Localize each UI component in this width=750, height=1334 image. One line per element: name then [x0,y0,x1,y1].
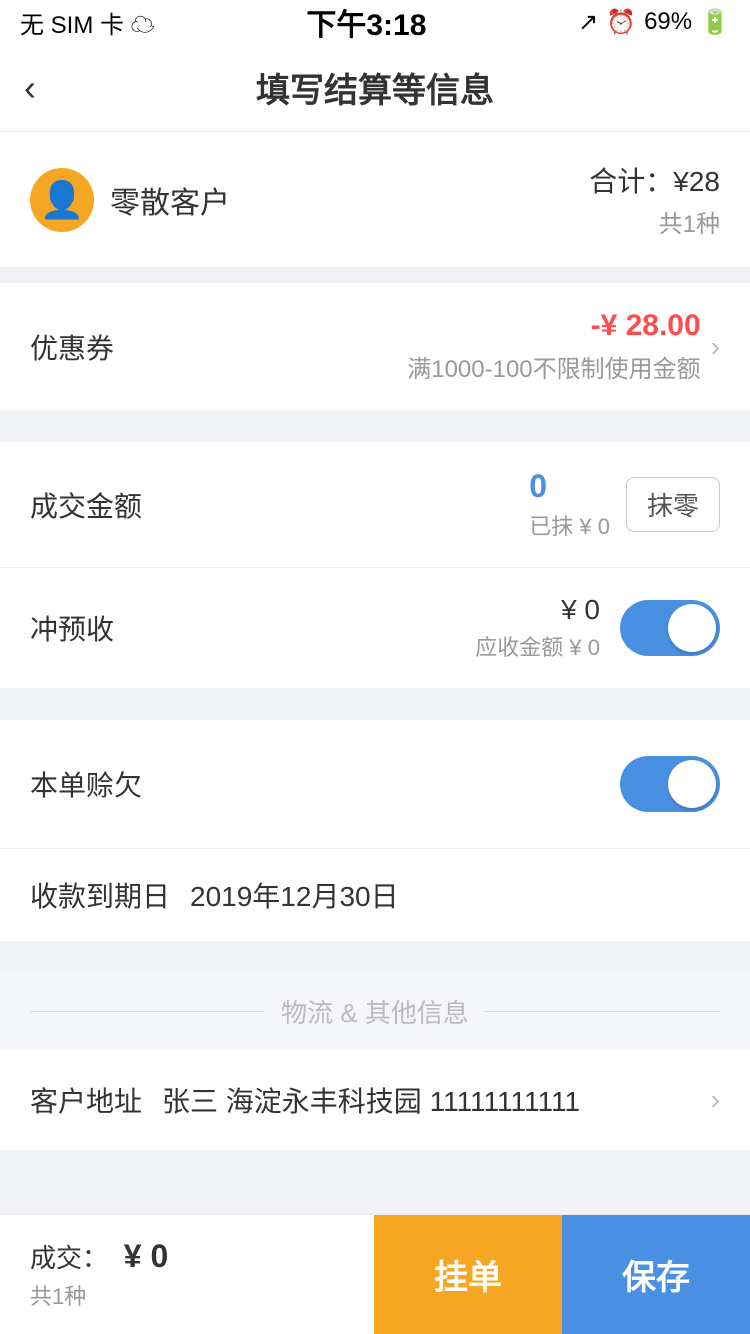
sep-line-right [485,1011,720,1012]
bottom-count: 共1种 [30,1279,344,1311]
sim-status: 无 SIM 卡 ☁ [20,5,155,40]
alarm-icon: ⏰ [606,8,636,37]
prepay-toggle[interactable] [620,600,720,656]
divider-1 [0,426,750,442]
bottom-bar: 成交： ¥ 0 共1种 挂单 保存 [0,1214,750,1334]
pending-button[interactable]: 挂单 [374,1215,562,1334]
status-right: ↗ ⏰ 69% 🔋 [578,8,730,37]
debt-row: 本单赊欠 [0,720,750,848]
debt-toggle-knob [668,760,716,808]
due-date-value: 2019年12月30日 [190,875,399,915]
bottom-deal-label: 成交： [30,1243,108,1273]
address-label: 客户地址 [30,1080,142,1120]
status-left: 无 SIM 卡 ☁ [20,5,155,40]
address-value: 张三 海淀永丰科技园 11111111111 [162,1080,711,1120]
sep-line-left [30,1011,265,1012]
bottom-info: 成交： ¥ 0 共1种 [0,1238,374,1311]
customer-left: 👤 零散客户 [30,168,230,232]
nav-bar: ‹ 填写结算等信息 [0,44,750,132]
round-zero-button[interactable]: 抹零 [626,477,720,532]
total-amount: 合计：¥28 [589,160,720,200]
save-button[interactable]: 保存 [562,1215,750,1334]
divider-2 [0,704,750,720]
prepay-row: 冲预收 ¥ 0 应收金额 ¥ 0 [0,567,750,688]
deal-prepay-section: 成交金额 0 已抹 ¥ 0 抹零 冲预收 ¥ 0 应收金额 ¥ 0 [0,442,750,688]
address-row[interactable]: 客户地址 张三 海淀永丰科技园 11111111111 › [0,1050,750,1150]
status-time: 下午3:18 [306,0,426,44]
logistics-sep-text: 物流 & 其他信息 [281,993,469,1030]
prepay-main-value: ¥ 0 [475,594,600,626]
customer-row: 👤 零散客户 合计：¥28 共1种 [0,132,750,267]
location-icon: ↗ [578,8,598,37]
due-date-row: 收款到期日 2019年12月30日 [0,848,750,941]
address-chevron-icon: › [711,1084,720,1116]
coupon-row[interactable]: 优惠券 -¥ 28.00 满1000-100不限制使用金额 › [0,283,750,410]
customer-section: 👤 零散客户 合计：¥28 共1种 [0,132,750,267]
prepay-right: ¥ 0 应收金额 ¥ 0 [475,594,720,662]
debt-toggle[interactable] [620,756,720,812]
deal-amount-label: 成交金额 [30,485,142,525]
status-bar: 无 SIM 卡 ☁ 下午3:18 ↗ ⏰ 69% 🔋 [0,0,750,44]
customer-right: 合计：¥28 共1种 [589,160,720,239]
debt-label: 本单赊欠 [30,764,142,804]
deal-amount-values: 0 已抹 ¥ 0 [529,468,610,541]
page-title: 填写结算等信息 [256,63,494,112]
battery-icon: 🔋 [700,8,730,37]
avatar: 👤 [30,168,94,232]
avatar-icon: 👤 [40,179,85,221]
toggle-knob [668,604,716,652]
coupon-label: 优惠券 [30,327,114,367]
deal-amount-value: 0 [529,468,610,505]
prepay-label: 冲预收 [30,608,114,648]
coupon-section[interactable]: 优惠券 -¥ 28.00 满1000-100不限制使用金额 › [0,283,750,410]
coupon-value-area: -¥ 28.00 满1000-100不限制使用金额 [407,309,700,384]
logistics-section: 物流 & 其他信息 客户地址 张三 海淀永丰科技园 11111111111 › [0,973,750,1150]
coupon-right: -¥ 28.00 满1000-100不限制使用金额 › [407,309,720,384]
coupon-sub: 满1000-100不限制使用金额 [407,349,700,384]
debt-section: 本单赊欠 收款到期日 2019年12月30日 [0,720,750,941]
logistics-separator: 物流 & 其他信息 [0,973,750,1050]
prepay-values: ¥ 0 应收金额 ¥ 0 [475,594,600,662]
bottom-deal-row: 成交： ¥ 0 [30,1238,344,1275]
bottom-deal-amount: ¥ 0 [124,1238,168,1274]
deal-amount-right: 0 已抹 ¥ 0 抹零 [529,468,720,541]
divider-3 [0,957,750,973]
customer-name: 零散客户 [110,178,230,222]
coupon-chevron-icon: › [711,331,720,363]
back-button[interactable]: ‹ [24,67,36,109]
prepay-sub-value: 应收金额 ¥ 0 [475,630,600,662]
already-zeroed: 已抹 ¥ 0 [529,509,610,541]
coupon-discount: -¥ 28.00 [407,309,700,343]
total-count: 共1种 [589,204,720,239]
battery-level: 69% [644,8,692,36]
due-date-label: 收款到期日 [30,875,170,915]
deal-amount-row: 成交金额 0 已抹 ¥ 0 抹零 [0,442,750,567]
